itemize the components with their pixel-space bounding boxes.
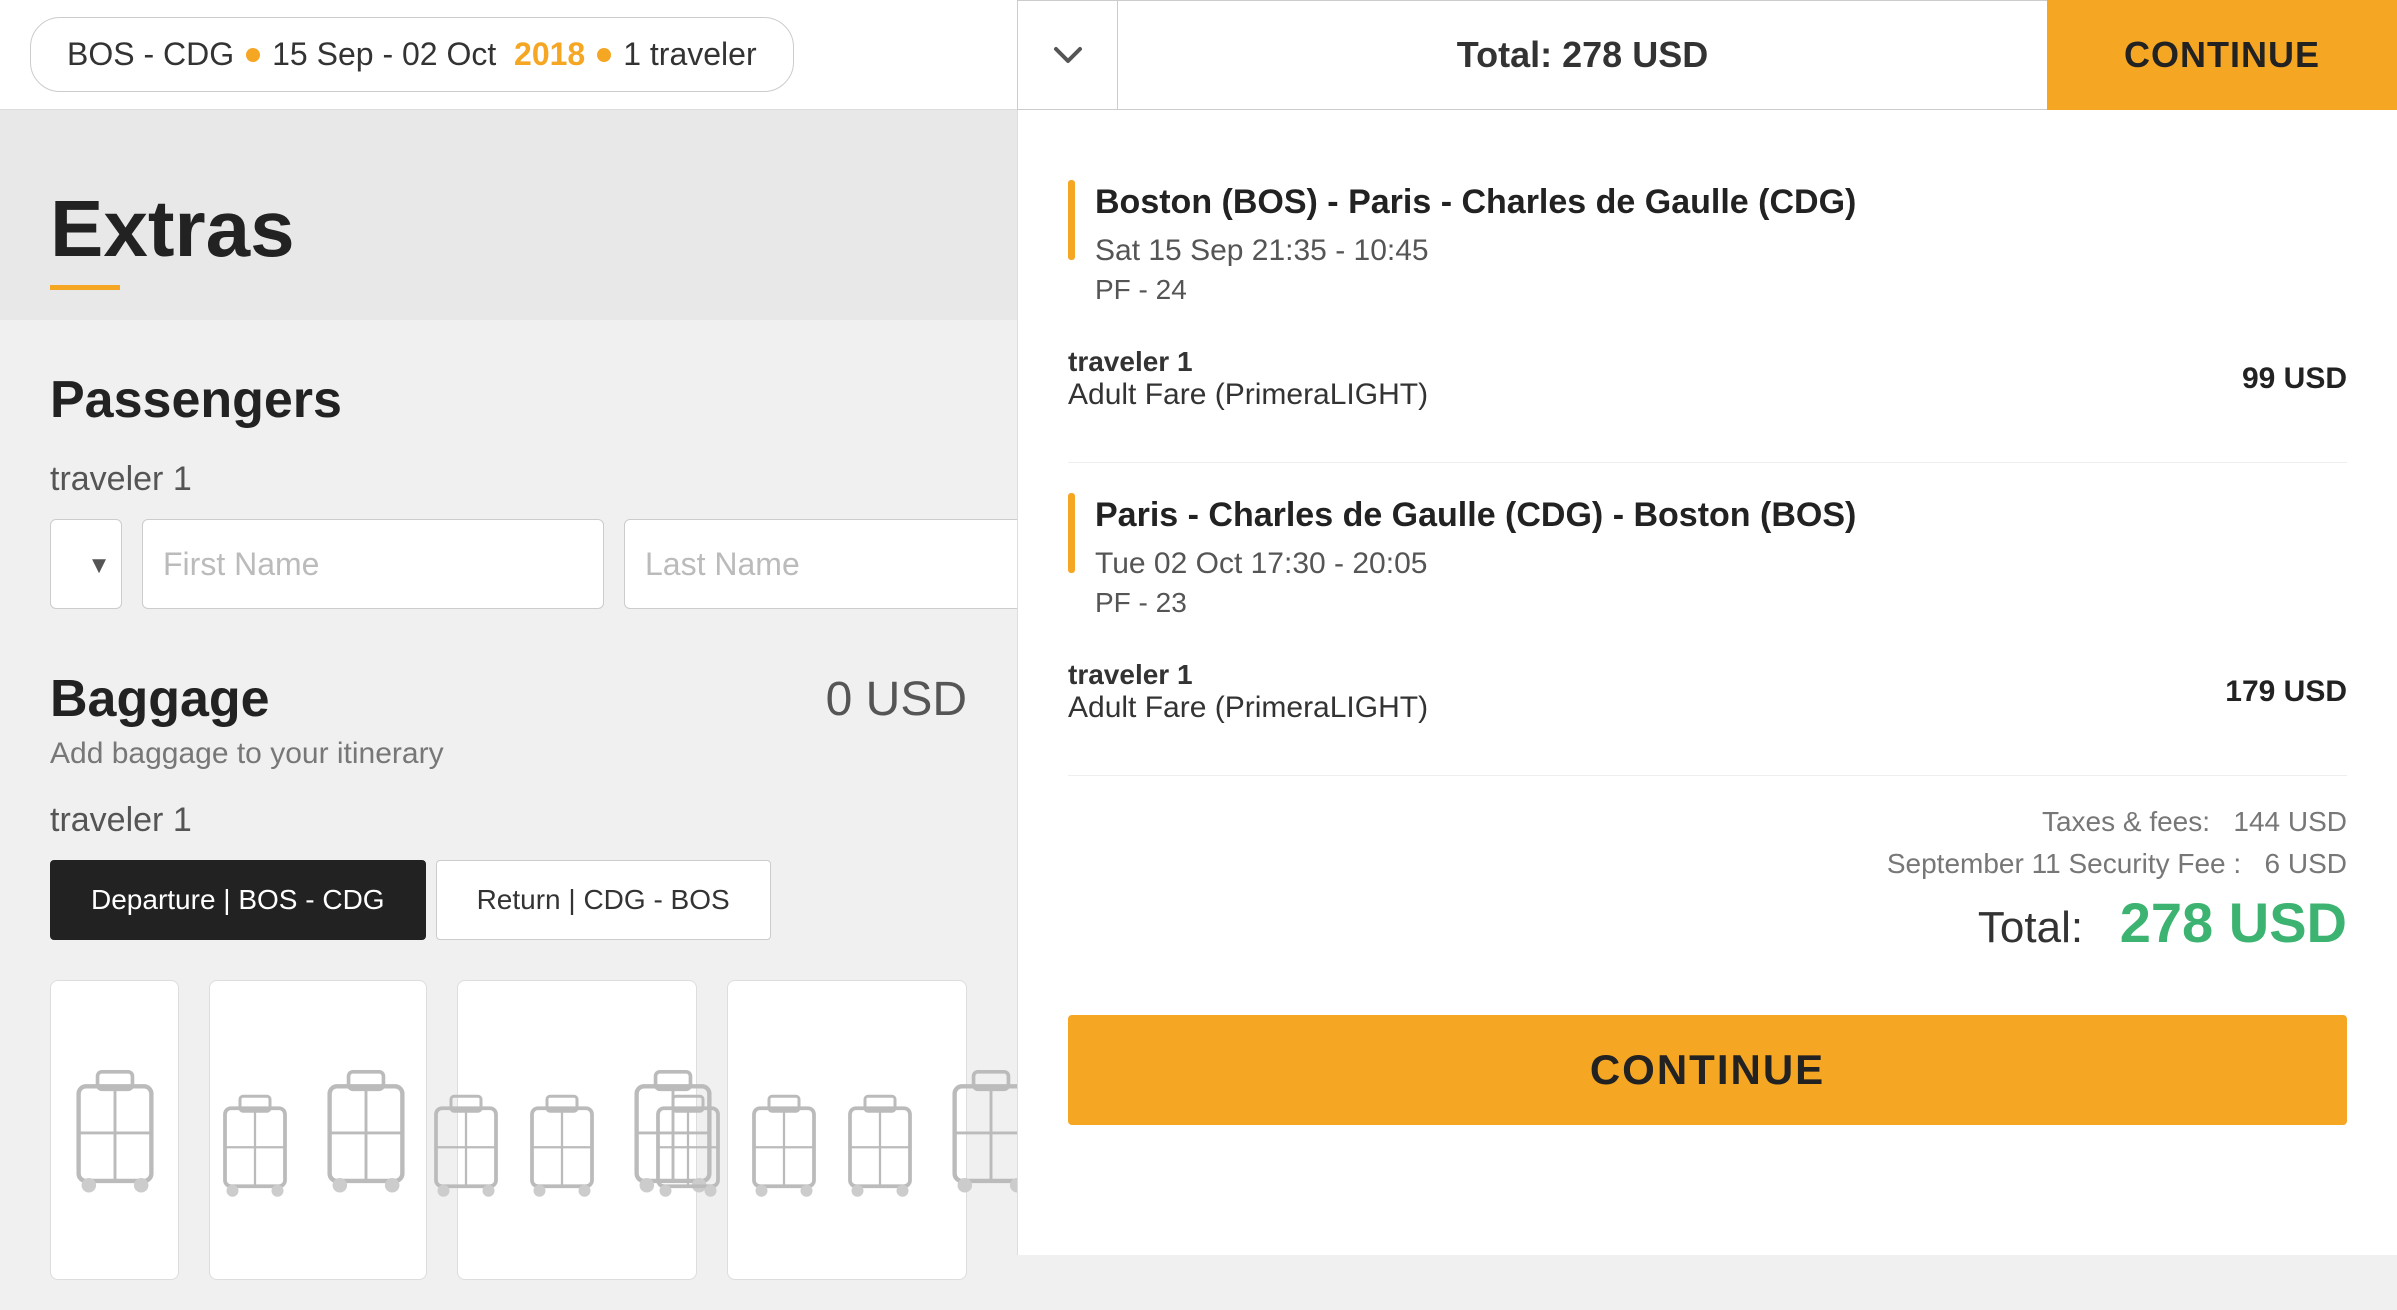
traveler-2-fare-label: traveler 1 — [1068, 659, 1428, 691]
tab-return[interactable]: Return | CDG - BOS — [436, 860, 771, 940]
luggage-group-3 — [643, 1050, 1051, 1210]
title-select-wrapper: Mr Mrs Ms Dr ▾ — [50, 519, 122, 609]
segment-1-title: Boston (BOS) - Paris - Charles de Gaulle… — [1095, 180, 1856, 224]
passengers-title: Passengers — [50, 370, 967, 430]
segment-1-time: Sat 15 Sep 21:35 - 10:45 — [1095, 234, 1856, 268]
fare-type-2: Adult Fare (PrimeraLIGHT) — [1068, 691, 1428, 725]
luggage-group-1 — [210, 1050, 426, 1210]
segment-2-pf: PF - 23 — [1095, 587, 1856, 619]
traveler-fare-info-2: traveler 1 Adult Fare (PrimeraLIGHT) — [1068, 659, 1428, 725]
main-content: Extras Passengers traveler 1 Mr Mrs Ms D… — [0, 110, 2397, 1310]
luggage-option-1[interactable] — [209, 980, 427, 1280]
traveler-1-label: traveler 1 — [50, 460, 967, 499]
trip-dates: 15 Sep - 02 Oct 2018 — [272, 36, 585, 73]
summary-totals: Taxes & fees: 144 USD September 11 Secur… — [1068, 776, 2347, 1015]
total-label: Total: — [1457, 34, 1552, 76]
segment-2-info: Paris - Charles de Gaulle (CDG) - Boston… — [1095, 493, 1856, 619]
yellow-bar-1 — [1068, 180, 1075, 260]
fare-price-1: 99 USD — [2242, 362, 2347, 396]
tab-departure[interactable]: Departure | BOS - CDG — [50, 860, 426, 940]
traveler-1-fare-label: traveler 1 — [1068, 346, 1428, 378]
traveler-fare-info-1: traveler 1 Adult Fare (PrimeraLIGHT) — [1068, 346, 1428, 412]
segment-1-info: Boston (BOS) - Paris - Charles de Gaulle… — [1095, 180, 1856, 306]
baggage-subtitle: Add baggage to your itinerary — [50, 737, 967, 771]
top-right-header: Total: 278 USD CONTINUE — [1017, 0, 2397, 110]
fare-type-1: Adult Fare (PrimeraLIGHT) — [1068, 378, 1428, 412]
extras-underline — [50, 285, 120, 290]
continue-button-top[interactable]: CONTINUE — [2047, 0, 2397, 110]
luggage-option-3[interactable] — [727, 980, 967, 1280]
baggage-section: Baggage 0 USD Add baggage to your itiner… — [0, 639, 1017, 1310]
traveler-baggage-label: traveler 1 — [50, 801, 967, 840]
right-panel: Boston (BOS) - Paris - Charles de Gaulle… — [1017, 110, 2397, 1255]
baggage-tabs: Departure | BOS - CDG Return | CDG - BOS — [50, 860, 967, 940]
passengers-section: Passengers traveler 1 Mr Mrs Ms Dr ▾ — [0, 320, 1017, 639]
extras-title: Extras — [50, 189, 967, 269]
baggage-title: Baggage — [50, 669, 270, 729]
taxes-row: Taxes & fees: 144 USD — [1068, 806, 2347, 838]
total-display: Total: 278 USD — [1117, 0, 2047, 110]
dot-1 — [246, 48, 260, 62]
segment-1-route: Boston (BOS) - Paris - Charles de Gaulle… — [1068, 180, 2347, 306]
collapse-button[interactable] — [1017, 0, 1117, 110]
extras-header: Extras — [0, 110, 1017, 320]
first-name-input[interactable] — [142, 519, 604, 609]
trip-route: BOS - CDG — [67, 36, 234, 73]
fare-price-2: 179 USD — [2225, 675, 2347, 709]
total-row: Total: 278 USD — [1068, 890, 2347, 955]
total-amount-header: 278 USD — [1562, 34, 1708, 76]
trip-travelers: 1 traveler — [623, 36, 756, 73]
traveler-fare-row-2: traveler 1 Adult Fare (PrimeraLIGHT) 179… — [1068, 639, 2347, 745]
trip-info-pill: BOS - CDG 15 Sep - 02 Oct 2018 1 travele… — [30, 17, 794, 92]
continue-button-bottom[interactable]: CONTINUE — [1068, 1015, 2347, 1125]
dot-2 — [597, 48, 611, 62]
yellow-bar-2 — [1068, 493, 1075, 573]
traveler-fare-row-1: traveler 1 Adult Fare (PrimeraLIGHT) 99 … — [1068, 326, 2347, 432]
baggage-price: 0 USD — [826, 672, 967, 727]
segment-2-route: Paris - Charles de Gaulle (CDG) - Boston… — [1068, 493, 2347, 619]
title-select[interactable]: Mr Mrs Ms Dr — [50, 519, 122, 609]
total-amount-bottom: 278 USD — [2120, 891, 2347, 954]
luggage-option-0[interactable] — [50, 980, 179, 1280]
segment-2-title: Paris - Charles de Gaulle (CDG) - Boston… — [1095, 493, 1856, 537]
flight-segment-1: Boston (BOS) - Paris - Charles de Gaulle… — [1068, 150, 2347, 463]
security-fee-row: September 11 Security Fee : 6 USD — [1068, 848, 2347, 880]
passenger-form-row: Mr Mrs Ms Dr ▾ — [50, 519, 967, 609]
segment-2-time: Tue 02 Oct 17:30 - 20:05 — [1095, 547, 1856, 581]
segment-1-pf: PF - 24 — [1095, 274, 1856, 306]
baggage-header: Baggage 0 USD — [50, 669, 967, 729]
left-panel: Extras Passengers traveler 1 Mr Mrs Ms D… — [0, 110, 1017, 1310]
luggage-options — [50, 980, 967, 1280]
flight-segment-2: Paris - Charles de Gaulle (CDG) - Boston… — [1068, 463, 2347, 776]
